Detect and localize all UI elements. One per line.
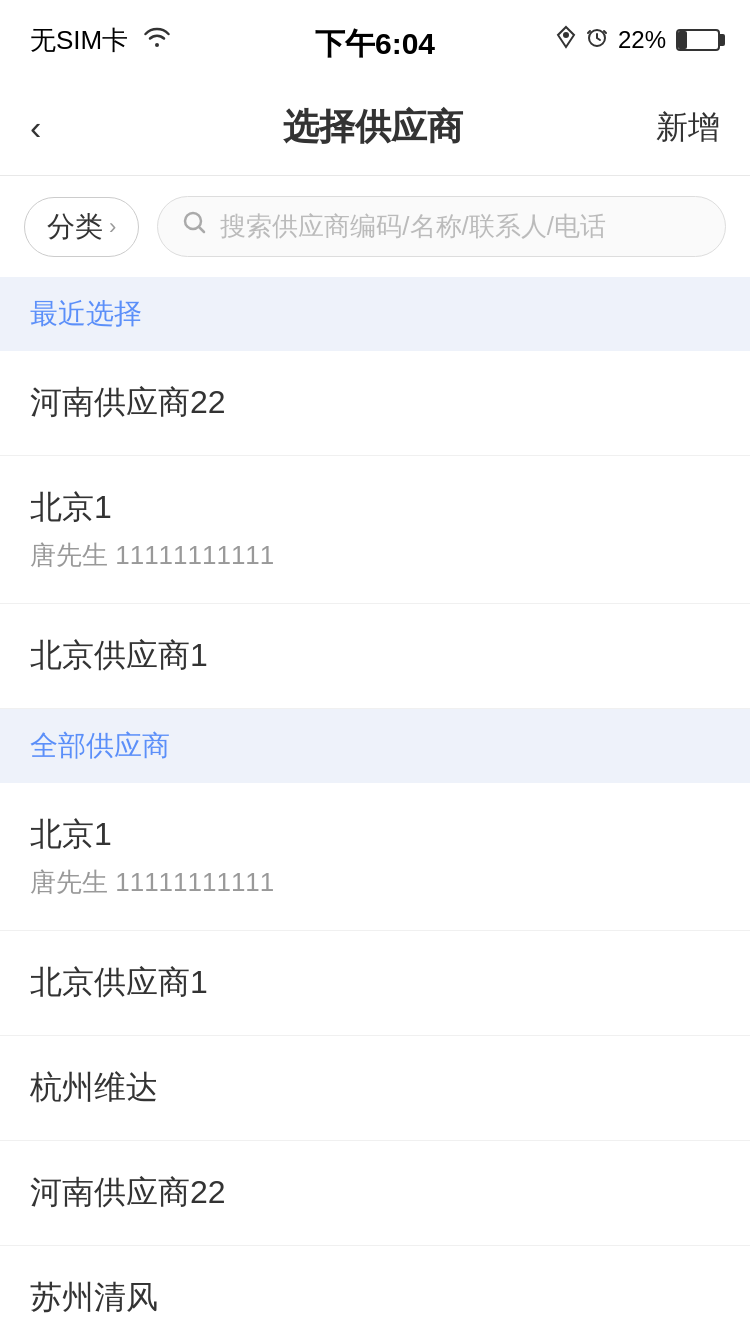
item-name: 北京1 <box>30 486 720 530</box>
recent-items-list: 河南供应商22 北京1 唐先生 11111111111 北京供应商1 <box>0 351 750 709</box>
wifi-icon <box>142 25 172 56</box>
back-button[interactable]: ‹ <box>30 108 90 147</box>
search-bar: 分类 › 搜索供应商编码/名称/联系人/电话 <box>0 176 750 277</box>
list-item[interactable]: 北京供应商1 <box>0 931 750 1036</box>
battery-percent: 22% <box>618 26 666 54</box>
list-item[interactable]: 北京1 唐先生 11111111111 <box>0 783 750 931</box>
location-icon <box>556 25 576 55</box>
alarm-icon <box>586 26 608 54</box>
status-bar: 无SIM卡 下午6:04 22% <box>0 0 750 80</box>
search-icon <box>182 210 208 243</box>
all-section-header: 全部供应商 <box>0 709 750 783</box>
list-item[interactable]: 北京供应商1 <box>0 604 750 709</box>
category-label: 分类 <box>47 208 103 246</box>
all-section-title: 全部供应商 <box>30 730 170 761</box>
item-sub: 唐先生 11111111111 <box>30 538 720 573</box>
item-name: 河南供应商22 <box>30 381 720 425</box>
list-item[interactable]: 苏州清风 <box>0 1246 750 1334</box>
carrier-label: 无SIM卡 <box>30 23 128 58</box>
list-item[interactable]: 杭州维达 <box>0 1036 750 1141</box>
item-name: 北京1 <box>30 813 720 857</box>
item-name: 北京供应商1 <box>30 634 720 678</box>
add-button[interactable]: 新增 <box>656 106 720 150</box>
status-time: 下午6:04 <box>315 24 435 65</box>
page-title: 选择供应商 <box>283 103 463 152</box>
search-input-wrap[interactable]: 搜索供应商编码/名称/联系人/电话 <box>157 196 726 257</box>
item-name: 北京供应商1 <box>30 961 720 1005</box>
recent-section-header: 最近选择 <box>0 277 750 351</box>
status-right: 22% <box>556 25 720 55</box>
search-placeholder: 搜索供应商编码/名称/联系人/电话 <box>220 209 606 244</box>
chevron-right-icon: › <box>109 214 116 240</box>
list-item[interactable]: 河南供应商22 <box>0 351 750 456</box>
svg-point-0 <box>563 32 569 38</box>
category-filter-button[interactable]: 分类 › <box>24 197 139 257</box>
item-name: 杭州维达 <box>30 1066 720 1110</box>
recent-section-title: 最近选择 <box>30 298 142 329</box>
item-sub: 唐先生 11111111111 <box>30 865 720 900</box>
list-item[interactable]: 河南供应商22 <box>0 1141 750 1246</box>
all-items-list: 北京1 唐先生 11111111111 北京供应商1 杭州维达河南供应商22 苏州清风 <box>0 783 750 1334</box>
status-left: 无SIM卡 <box>30 23 172 58</box>
item-name: 苏州清风 <box>30 1276 720 1320</box>
nav-bar: ‹ 选择供应商 新增 <box>0 80 750 176</box>
item-name: 河南供应商22 <box>30 1171 720 1215</box>
battery-icon <box>676 29 720 51</box>
list-item[interactable]: 北京1 唐先生 11111111111 <box>0 456 750 604</box>
